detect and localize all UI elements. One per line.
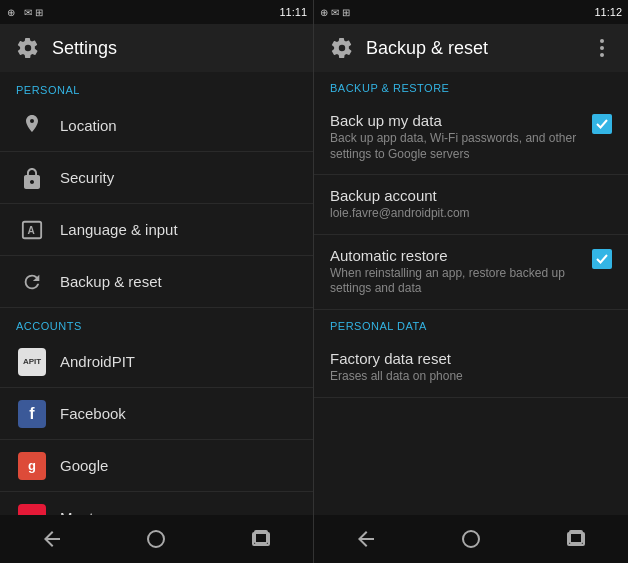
facebook-logo: f [18,400,46,428]
svg-text:⊕: ⊕ [7,7,15,18]
status-bar-right: ⊕ ✉ ⊞ 11:12 [314,0,628,24]
factory-reset-text: Factory data reset Erases all data on ph… [330,350,612,385]
bluetooth-icon: ⊕ [6,5,20,19]
auto-restore-checkbox[interactable] [592,249,612,269]
nav-bar-right [314,515,628,563]
recent-button-left[interactable] [241,519,281,559]
security-title: Security [60,169,297,186]
factory-reset-title: Factory data reset [330,350,612,367]
backup-account-subtitle: loie.favre@androidpit.com [330,206,612,222]
svg-text:A: A [27,224,35,235]
backup-item-backup-data[interactable]: Back up my data Back up app data, Wi-Fi … [314,100,628,175]
backup-item-auto-restore[interactable]: Automatic restore When reinstalling an a… [314,235,628,310]
backup-settings-list: BACKUP & RESTORE Back up my data Back up… [314,72,628,515]
settings-title: Settings [52,38,297,59]
status-icons-left: ⊕ ✉ ⊞ [6,5,43,19]
overflow-dot-3 [600,53,604,57]
auto-restore-text: Automatic restore When reinstalling an a… [330,247,584,297]
settings-item-location[interactable]: Location [0,100,313,152]
status-icons-right: 11:11 [279,6,307,18]
backup-item-factory-reset[interactable]: Factory data reset Erases all data on ph… [314,338,628,398]
language-icon: A [16,214,48,246]
backup-item-text: Backup & reset [60,273,297,290]
language-item-text: Language & input [60,221,297,238]
backup-title-bar: Backup & reset [366,38,580,59]
lock-icon [16,162,48,194]
settings-list: PERSONAL Location Security [0,72,313,515]
settings-panel: ⊕ ✉ ⊞ 11:11 Settings PERSONAL Locati [0,0,314,563]
backup-data-title: Back up my data [330,112,584,129]
backup-data-checkbox[interactable] [592,114,612,134]
overflow-dot-1 [600,39,604,43]
androidpit-logo: APIT [18,348,46,376]
personal-data-header: PERSONAL DATA [314,310,628,338]
notif-icons-right: ⊕ ✉ ⊞ [320,7,350,18]
home-button-left[interactable] [136,519,176,559]
settings-gear-icon [16,36,40,60]
language-title: Language & input [60,221,297,238]
nav-bar-left [0,515,313,563]
meetup-logo: m [18,504,46,516]
backup-data-subtitle: Back up app data, Wi-Fi passwords, and o… [330,131,584,162]
backup-panel: ⊕ ✉ ⊞ 11:12 Backup & reset BACKUP & REST… [314,0,628,563]
backup-item-account[interactable]: Backup account loie.favre@androidpit.com [314,175,628,235]
androidpit-title: AndroidPIT [60,353,297,370]
settings-item-google[interactable]: g Google [0,440,313,492]
androidpit-item-text: AndroidPIT [60,353,297,370]
google-item-text: Google [60,457,297,474]
google-logo: g [18,452,46,480]
google-icon: g [16,450,48,482]
location-item-text: Location [60,117,297,134]
backup-title: Backup & reset [60,273,297,290]
settings-item-language[interactable]: A Language & input [0,204,313,256]
facebook-item-text: Facebook [60,405,297,422]
settings-item-backup[interactable]: Backup & reset [0,256,313,308]
accounts-section-header: ACCOUNTS [0,308,313,336]
settings-item-facebook[interactable]: f Facebook [0,388,313,440]
overflow-dot-2 [600,46,604,50]
backup-account-text: Backup account loie.favre@androidpit.com [330,187,612,222]
backup-icon [16,266,48,298]
facebook-icon: f [16,398,48,430]
checkmark-icon-2 [595,252,609,266]
meetup-icon: m [16,502,48,516]
status-time-right: 11:12 [594,6,622,18]
auto-restore-title: Automatic restore [330,247,584,264]
backup-data-text: Back up my data Back up app data, Wi-Fi … [330,112,584,162]
time-display-right: 11:12 [594,6,622,18]
status-bar-left: ⊕ ✉ ⊞ 11:11 [0,0,313,24]
security-item-text: Security [60,169,297,186]
status-icons-left-2: ⊕ ✉ ⊞ [320,7,350,18]
notification-icons: ✉ ⊞ [24,7,43,18]
location-icon [16,110,48,142]
svg-rect-3 [148,531,164,547]
google-title: Google [60,457,297,474]
backup-gear-icon [330,36,354,60]
backup-account-title: Backup account [330,187,612,204]
overflow-menu-button[interactable] [592,38,612,58]
settings-item-security[interactable]: Security [0,152,313,204]
recent-button-right[interactable] [556,519,596,559]
backup-app-bar: Backup & reset [314,24,628,72]
home-button-right[interactable] [451,519,491,559]
factory-reset-subtitle: Erases all data on phone [330,369,612,385]
auto-restore-subtitle: When reinstalling an app, restore backed… [330,266,584,297]
personal-section-header: PERSONAL [0,72,313,100]
settings-item-androidpit[interactable]: APIT AndroidPIT [0,336,313,388]
checkmark-icon [595,117,609,131]
settings-item-meetup[interactable]: m Meetup [0,492,313,515]
androidpit-icon: APIT [16,346,48,378]
svg-rect-6 [463,531,479,547]
time-display: 11:11 [279,6,307,18]
facebook-title: Facebook [60,405,297,422]
settings-app-bar: Settings [0,24,313,72]
backup-restore-header: BACKUP & RESTORE [314,72,628,100]
back-button-right[interactable] [346,519,386,559]
back-button-left[interactable] [32,519,72,559]
location-title: Location [60,117,297,134]
